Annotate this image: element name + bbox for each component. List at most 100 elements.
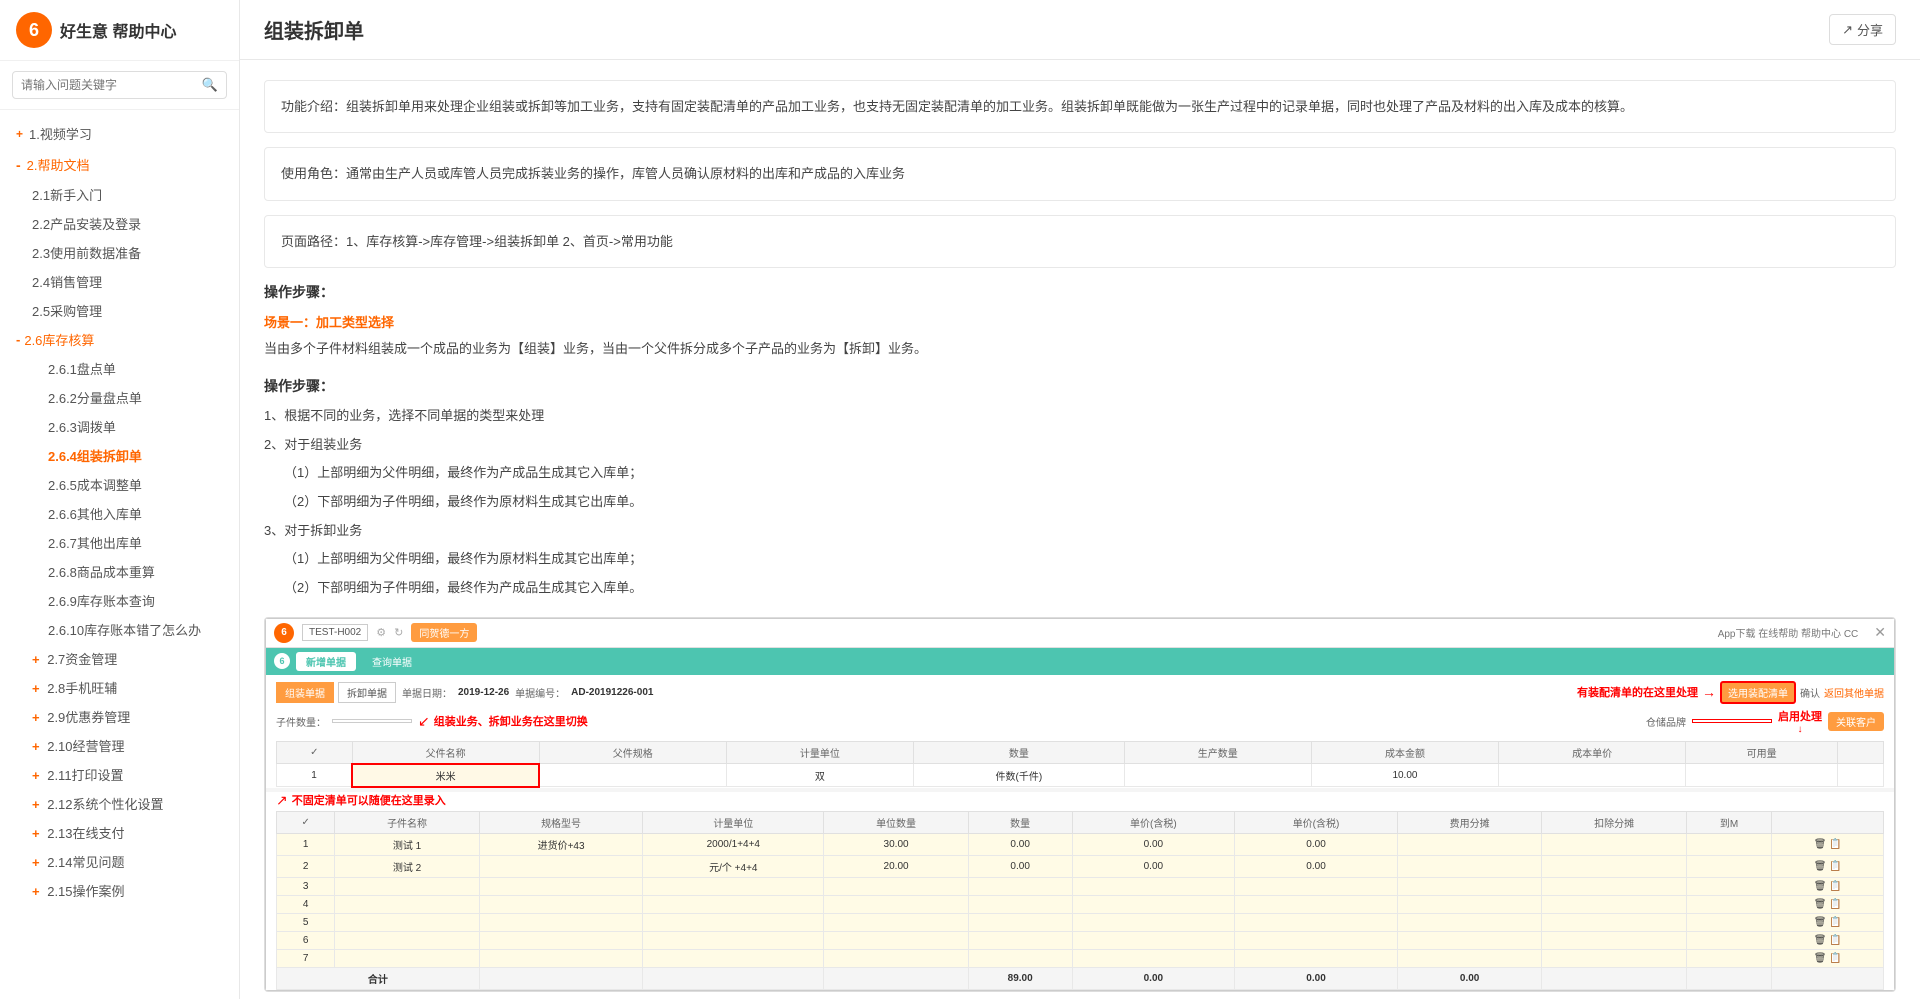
- sidebar-item-2-14[interactable]: + 2.14常见问题: [0, 847, 239, 876]
- footer-total-qty: 89.00: [968, 967, 1072, 989]
- sidebar-item-2-6-5[interactable]: 2.6.5成本调整单: [0, 470, 239, 499]
- date-label: 单据日期：: [402, 685, 452, 700]
- arrow-down-icon: ↓: [1798, 724, 1803, 735]
- lower-td-ops-5[interactable]: 🗑 📋: [1772, 913, 1884, 931]
- sidebar-item-2-5[interactable]: 2.5采购管理: [0, 296, 239, 325]
- lower-td-ops-3[interactable]: 🗑 📋: [1772, 877, 1884, 895]
- upper-td-check-1[interactable]: 1: [277, 764, 353, 787]
- close-icon[interactable]: ✕: [1874, 624, 1886, 641]
- sidebar-item-2-13[interactable]: + 2.13在线支付: [0, 818, 239, 847]
- upper-th-parent-spec: 父件规格: [539, 741, 726, 764]
- screenshot-container: 6 TEST-H002 ⚙ ↻ 同贺德一方 App下载 在线帮助 帮助中心 CC…: [264, 617, 1896, 992]
- sidebar-item-2-7[interactable]: + 2.7资金管理: [0, 644, 239, 673]
- toolbar-tab-new[interactable]: 新增单据: [296, 652, 356, 671]
- footer-label: 合计: [277, 967, 480, 989]
- toolbar-logo-icon: 6: [274, 653, 290, 669]
- search-icon[interactable]: 🔍: [202, 77, 218, 93]
- doc-type-select[interactable]: 组装单据 拆卸单据: [276, 682, 396, 703]
- app-toolbar: 6 新增单据 查询单据: [266, 648, 1894, 675]
- sidebar-item-2-6-4[interactable]: 2.6.4组装拆卸单: [0, 441, 239, 470]
- lower-td-check-2[interactable]: 2: [277, 855, 335, 877]
- sidebar-item-2-8[interactable]: + 2.8手机旺辅: [0, 673, 239, 702]
- sidebar-item-2-6-8[interactable]: 2.6.8商品成本重算: [0, 557, 239, 586]
- lower-td-name-2[interactable]: 测试 2: [335, 855, 480, 877]
- confirm-icon: 确认: [1800, 685, 1820, 700]
- annotation3-text: 启用处理: [1778, 708, 1822, 724]
- sidebar-item-2-6-10[interactable]: 2.6.10库存账本错了怎么办: [0, 615, 239, 644]
- role-block: 使用角色：通常由生产人员或库管人员完成拆装业务的操作，库管人员确认原材料的出库和…: [264, 147, 1896, 200]
- scene1-title: 场景一：加工类型选择: [264, 312, 1896, 331]
- share-button[interactable]: ↗ 分享: [1829, 14, 1896, 45]
- sidebar-item-1[interactable]: + 1.视频学习: [0, 118, 239, 149]
- sidebar-item-2-1[interactable]: 2.1新手入门: [0, 180, 239, 209]
- dept-input[interactable]: [332, 719, 412, 723]
- associate-customer-btn[interactable]: 关联客户: [1828, 712, 1884, 731]
- lower-table-row-7: 7🗑 📋: [277, 949, 1884, 967]
- arrow-annotation2-icon: ↙: [418, 713, 430, 730]
- dept-label: 子件数量：: [276, 714, 326, 729]
- content-area: 功能介绍：组装拆卸单用来处理企业组装或拆卸等加工业务，支持有固定装配清单的产品加…: [240, 60, 1920, 999]
- sidebar-item-2-6-9[interactable]: 2.6.9库存账本查询: [0, 586, 239, 615]
- search-area: 🔍: [0, 61, 239, 110]
- sidebar-item-2-6-7[interactable]: 2.6.7其他出库单: [0, 528, 239, 557]
- lower-td-name-1[interactable]: 测试 1: [335, 833, 480, 855]
- doc-type-disassembly[interactable]: 拆卸单据: [338, 682, 396, 703]
- sidebar-item-2-11[interactable]: + 2.11打印设置: [0, 760, 239, 789]
- sidebar-item-2-6[interactable]: - 2.6库存核算: [0, 325, 239, 354]
- sidebar-item-2-10[interactable]: + 2.10经营管理: [0, 731, 239, 760]
- sidebar-item-2-6-1[interactable]: 2.6.1盘点单: [0, 354, 239, 383]
- path-text: 页面路径：1、库存核算->库存管理->组装拆卸单 2、首页->常用功能: [281, 234, 673, 249]
- lower-td-ops-7[interactable]: 🗑 📋: [1772, 949, 1884, 967]
- app-id: TEST-H002: [302, 624, 368, 641]
- sidebar-item-2-3[interactable]: 2.3使用前数据准备: [0, 238, 239, 267]
- upper-td-action-1[interactable]: [1838, 764, 1884, 787]
- sidebar-item-2-15[interactable]: + 2.15操作案例: [0, 876, 239, 905]
- lower-td-ops-6[interactable]: 🗑 📋: [1772, 931, 1884, 949]
- plus-icon-2-11: +: [32, 768, 40, 783]
- lower-td-unit-qty-1: 30.00: [824, 833, 969, 855]
- sidebar-item-2-2[interactable]: 2.2产品安装及登录: [0, 209, 239, 238]
- lower-td-unit-1: 2000/1+4+4: [643, 833, 824, 855]
- lower-td-ops-4[interactable]: 🗑 📋: [1772, 895, 1884, 913]
- step1: 1、根据不同的业务，选择不同单据的类型来处理: [264, 404, 1896, 429]
- step2: 2、对于组装业务: [264, 433, 1896, 458]
- intro-text: 功能介绍：组装拆卸单用来处理企业组装或拆卸等加工业务，支持有固定装配清单的产品加…: [281, 99, 1633, 114]
- footer-total-price1: 0.00: [1072, 967, 1235, 989]
- app-topbar: 6 TEST-H002 ⚙ ↻ 同贺德一方 App下载 在线帮助 帮助中心 CC…: [266, 619, 1894, 648]
- search-label: 仓储品牌: [1646, 714, 1686, 729]
- sidebar-item-2[interactable]: - 2.帮助文档: [0, 149, 239, 180]
- lower-td-check-1[interactable]: 1: [277, 833, 335, 855]
- sidebar-item-2-6-3[interactable]: 2.6.3调拨单: [0, 412, 239, 441]
- lower-td-ops-2[interactable]: 🗑 📋: [1772, 855, 1884, 877]
- upper-th-prod-qty: 生产数量: [1124, 741, 1311, 764]
- doc-type-assembly[interactable]: 组装单据: [276, 682, 334, 703]
- toolbar-tab-query[interactable]: 查询单据: [362, 652, 422, 671]
- sidebar-item-2-12[interactable]: + 2.12系统个性化设置: [0, 789, 239, 818]
- lower-th-qty: 数量: [968, 811, 1072, 833]
- search-input[interactable]: [21, 78, 202, 92]
- share-label: 分享: [1857, 20, 1883, 39]
- upper-table-container: ✓ 父件名称 父件规格 计量单位 数量 生产数量 成本金额 成本单价 可用量: [266, 741, 1894, 788]
- search-field[interactable]: [1692, 719, 1772, 723]
- lower-td-ops-1[interactable]: 🗑 📋: [1772, 833, 1884, 855]
- upper-td-parent-name-1[interactable]: 米米: [352, 764, 539, 787]
- nav-btn[interactable]: 同贺德一方: [411, 623, 477, 642]
- select-bom-btn[interactable]: 选用装配清单: [1720, 681, 1796, 704]
- sidebar-item-2-6-2[interactable]: 2.6.2分量盘点单: [0, 383, 239, 412]
- refresh-icon: ↻: [394, 626, 403, 639]
- upper-td-unit-1: 双: [726, 764, 913, 787]
- docno-label: 单据编号：: [515, 685, 565, 700]
- lower-th-deduct: 扣除分摊: [1542, 811, 1687, 833]
- search-box[interactable]: 🔍: [12, 71, 227, 99]
- lower-td-action-2: [1686, 855, 1771, 877]
- sidebar-item-2-4[interactable]: 2.4销售管理: [0, 267, 239, 296]
- scene1-desc: 当由多个子件材料组装成一个成品的业务为【组装】业务，当由一个父件拆分成多个子产品…: [264, 337, 1896, 362]
- app-logo-icon: 6: [274, 623, 294, 643]
- upper-td-parent-spec-1[interactable]: [539, 764, 726, 787]
- lower-th-unit: 计量单位: [643, 811, 824, 833]
- brand-name: 好生意 帮助中心: [60, 18, 176, 42]
- lower-td-unit-qty-2: 20.00: [824, 855, 969, 877]
- upper-td-qty-1: 件数(千件): [914, 764, 1125, 787]
- sidebar-item-2-6-6[interactable]: 2.6.6其他入库单: [0, 499, 239, 528]
- sidebar-item-2-9[interactable]: + 2.9优惠券管理: [0, 702, 239, 731]
